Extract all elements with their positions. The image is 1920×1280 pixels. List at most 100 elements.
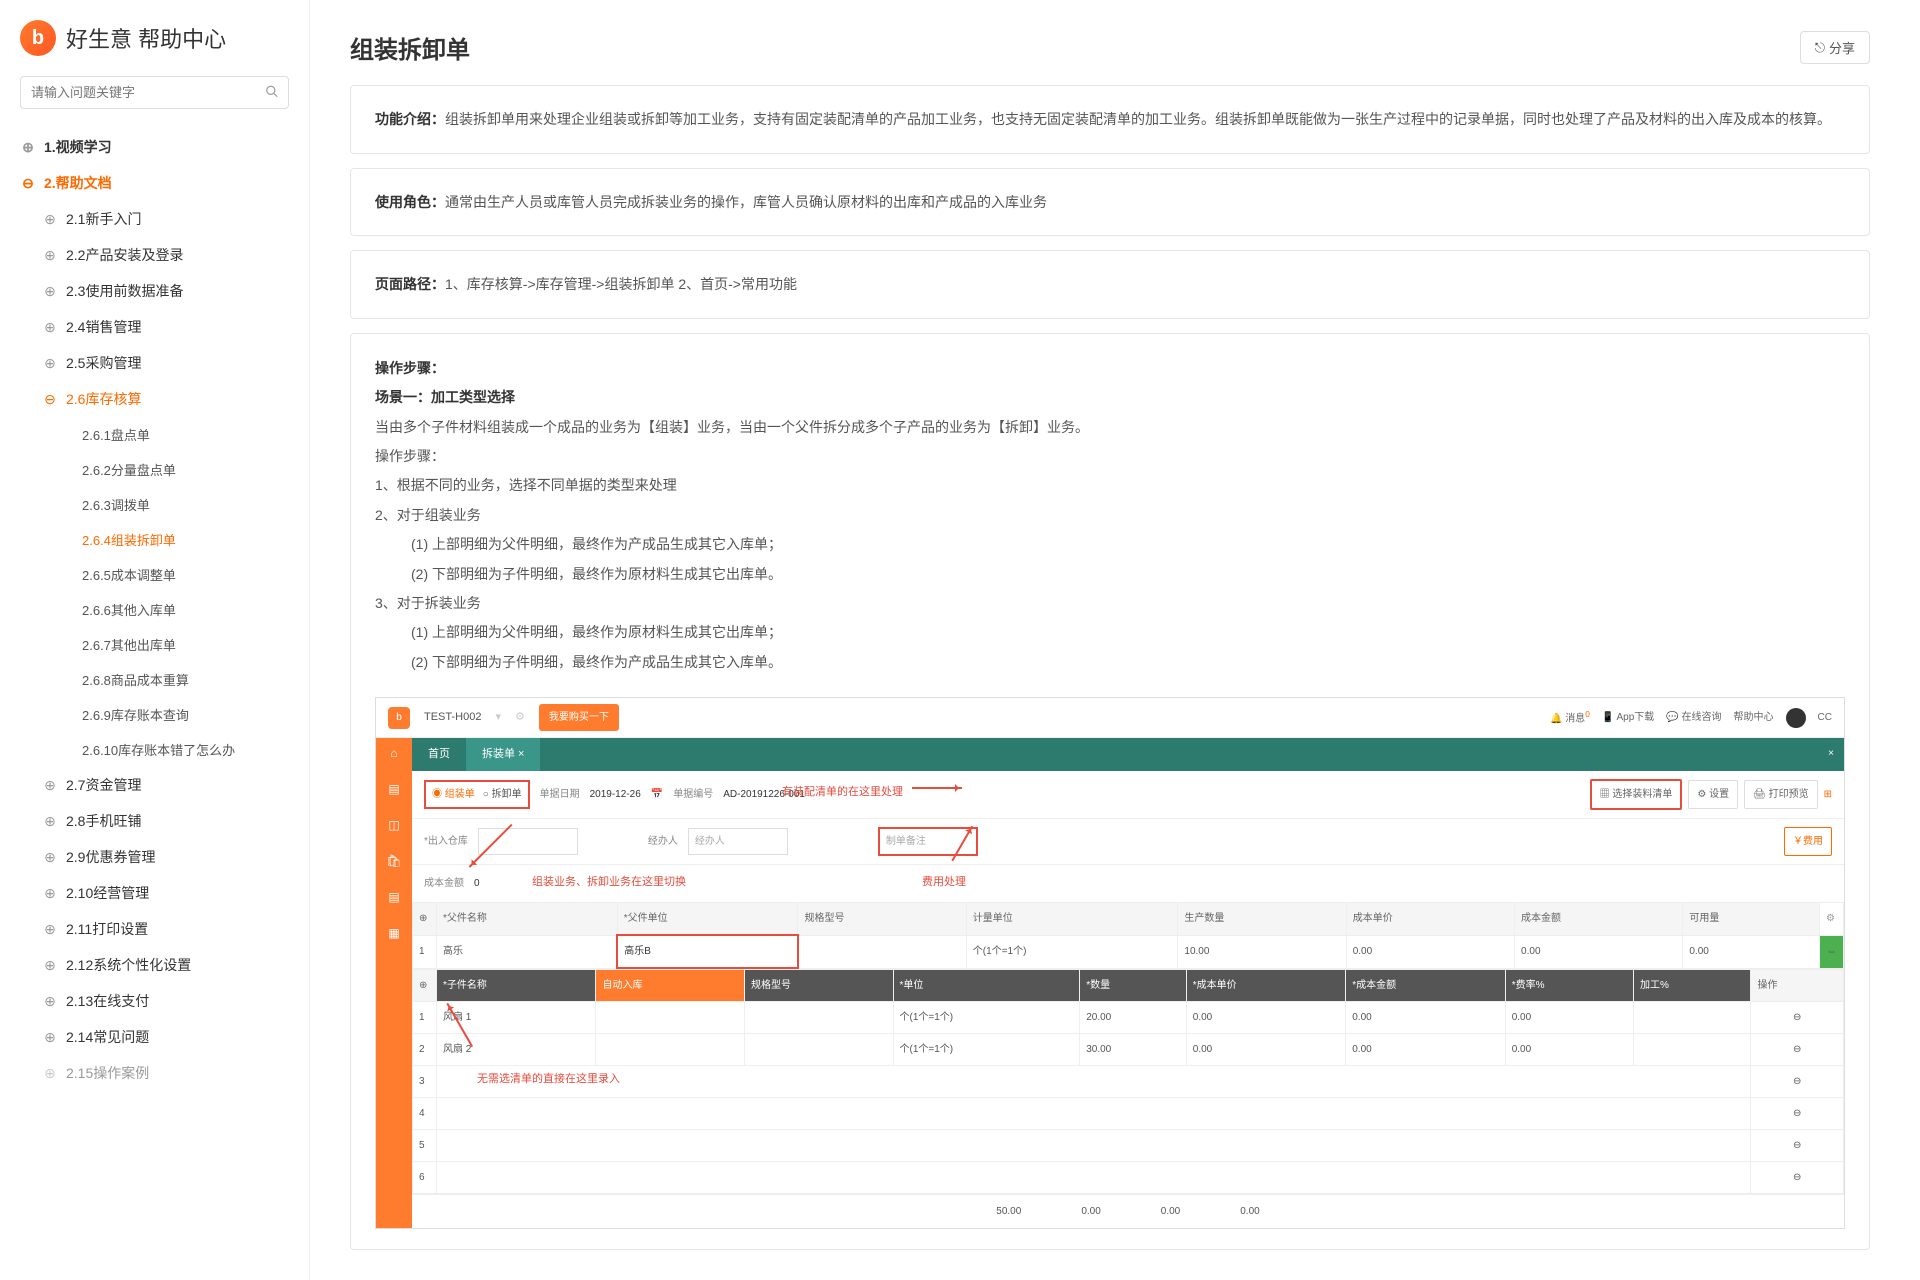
nav-2-5[interactable]: ⊕2.5采购管理: [20, 345, 289, 381]
nav-2-3[interactable]: ⊕2.3使用前数据准备: [20, 273, 289, 309]
plus-icon: ⊕: [42, 211, 58, 227]
ss-gear-icon: ⚙: [515, 706, 525, 729]
ss-th: *成本金额: [1346, 970, 1505, 1002]
ss-msg: 🔔 消息0: [1550, 706, 1590, 729]
card-text: 组装拆卸单用来处理企业组装或拆卸等加工业务，支持有固定装配清单的产品加工业务，也…: [445, 111, 1831, 127]
nav-2-10[interactable]: ⊕ 2.10经营管理: [20, 875, 289, 911]
scene-desc: 当由多个子件材料组装成一个成品的业务为【组装】业务，当由一个父件拆分成多个子产品…: [375, 413, 1845, 442]
steps-title: 操作步骤：: [375, 360, 445, 376]
nav-2-12[interactable]: ⊕2.12系统个性化设置: [20, 947, 289, 983]
embedded-screenshot: b TEST-H002 ▾ ⚙ 我要购买一下 🔔 消息0 📱 App下载 💬 在…: [375, 697, 1845, 1229]
ss-type-radio: ◉ 组装单 ○ 拆卸单: [424, 780, 530, 809]
nav-2-6-1[interactable]: 2.6.1盘点单: [20, 417, 289, 452]
nav-2-2[interactable]: ⊕ 2.2产品安装及登录: [20, 237, 289, 273]
ss-form-row-3: 成本金额 0 组装业务、拆卸业务在这里切换 费用处理: [412, 865, 1844, 902]
nav-label: 2.2产品安装及登录: [66, 245, 183, 265]
plus-icon: ⊕: [42, 1029, 58, 1045]
ss-app: 📱 App下载: [1602, 707, 1654, 728]
share-button[interactable]: ⎋ 分享: [1800, 31, 1870, 64]
ss-cell: 个(1个=1个): [893, 1002, 1080, 1034]
nav-2-6-3[interactable]: 2.6.3调拨单: [20, 487, 289, 522]
ss-cell: 风扇 2: [437, 1034, 596, 1066]
step-2: 2、对于组装业务: [375, 501, 1845, 530]
ss-del-icon: ⊖: [1751, 1130, 1844, 1162]
nav-2-7[interactable]: ⊕2.7资金管理: [20, 767, 289, 803]
search-icon[interactable]: [265, 84, 279, 101]
nav-2-15[interactable]: ⊕2.15操作案例: [20, 1055, 289, 1091]
nav-2-6-6[interactable]: 2.6.6其他入库单: [20, 592, 289, 627]
nav-video[interactable]: ⊕1.视频学习: [20, 129, 289, 165]
nav-2-6-4[interactable]: 2.6.4组装拆卸单: [20, 522, 289, 557]
step-2-2: (2) 下部明细为子件明细，最终作为原材料生成其它出库单。: [375, 560, 1845, 589]
nav-2-9[interactable]: ⊕2.9优惠券管理: [20, 839, 289, 875]
ss-child-row: 2风扇 2 个(1个=1个) 30.00 0.00 0.00 0.00 ⊖: [413, 1034, 1844, 1066]
plus-icon: ⊕: [42, 283, 58, 299]
page-title: 组装拆卸单: [350, 30, 470, 65]
plus-icon: ⊕: [42, 247, 58, 263]
logo-icon: b: [20, 20, 56, 56]
nav-2-14[interactable]: ⊕ 2.14常见问题: [20, 1019, 289, 1055]
ss-empty-row: 3无需选清单的直接在这里录入⊖: [413, 1066, 1844, 1098]
ss-help: 帮助中心: [1734, 707, 1774, 728]
nav-label: 2.13在线支付: [66, 991, 149, 1011]
search-input[interactable]: [20, 76, 289, 109]
nav-label: 2.15操作案例: [66, 1063, 149, 1083]
ss-home-icon: ⌂: [386, 746, 402, 762]
sidebar: b 好生意 帮助中心 ⊕1.视频学习 ⊖2.帮助文档 ⊕2.1新手入门 ⊕2.2…: [0, 0, 310, 1280]
ss-footer-val: 0.00: [1161, 1201, 1180, 1222]
nav-2-6-9[interactable]: 2.6.9库存账本查询: [20, 697, 289, 732]
ss-cell: 0.00: [1515, 935, 1683, 968]
nav-2-8[interactable]: ⊕2.8手机旺铺: [20, 803, 289, 839]
ss-th: 加工%: [1634, 970, 1751, 1002]
ss-th: *费率%: [1505, 970, 1633, 1002]
ss-radio-assemble: ◉ 组装单: [432, 784, 475, 805]
ss-del-icon: ⊖: [1751, 1162, 1844, 1194]
ss-sidebar: ⌂ ▤ ◫ 🛍 ▤ ▦: [376, 738, 412, 1228]
ss-cost-label: 成本金额: [424, 873, 464, 894]
nav-2-6[interactable]: ⊖2.6库存核算: [20, 381, 289, 417]
ss-print-btn: 🖨 打印预览: [1744, 780, 1817, 809]
nav-2-11[interactable]: ⊕2.11打印设置: [20, 911, 289, 947]
nav-2-13[interactable]: ⊕2.13在线支付: [20, 983, 289, 1019]
nav-2-6-2[interactable]: 2.6.2分量盘点单: [20, 452, 289, 487]
nav-label: 2.14常见问题: [66, 1027, 149, 1047]
ss-th: 计量单位: [966, 903, 1178, 936]
ss-tab-home: 首页: [412, 738, 466, 771]
role-card: 使用角色：通常由生产人员或库管人员完成拆装业务的操作，库管人员确认原材料的出库和…: [350, 168, 1870, 237]
ss-fee-btn: ￥费用: [1784, 827, 1832, 856]
ss-cell: 10.00: [1178, 935, 1346, 968]
ss-date-label: 单据日期: [540, 784, 580, 805]
nav-2-6-10[interactable]: 2.6.10库存账本错了怎么办: [20, 732, 289, 767]
ss-cell: 0.00: [1346, 1034, 1505, 1066]
steps-label: 操作步骤：: [375, 442, 1845, 471]
ss-th: *成本单价: [1186, 970, 1345, 1002]
ss-expand-icon: ⊞: [1824, 784, 1832, 805]
nav-2-4[interactable]: ⊕2.4销售管理: [20, 309, 289, 345]
ss-doc-icon: ▤: [386, 782, 402, 798]
nav-2-1[interactable]: ⊕2.1新手入门: [20, 201, 289, 237]
card-text: 通常由生产人员或库管人员完成拆装业务的操作，库管人员确认原材料的出库和产成品的入…: [445, 194, 1047, 210]
ss-del-icon: ⊖: [1751, 1002, 1844, 1034]
nav-docs[interactable]: ⊖2.帮助文档: [20, 165, 289, 201]
step-3-2: (2) 下部明细为子件明细，最终作为产成品生成其它入库单。: [375, 648, 1845, 677]
ss-box-icon: ◫: [386, 818, 402, 834]
ss-tab-doc: 拆装单 ×: [466, 738, 540, 771]
nav-2-6-7[interactable]: 2.6.7其他出库单: [20, 627, 289, 662]
ss-parent-row: 1 高乐 高乐B 个(1个=1个) 10.00 0.00 0.00 0.00 ⇔: [413, 935, 1844, 968]
nav-label: 2.10经营管理: [66, 883, 149, 903]
plus-icon: ⊕: [20, 139, 36, 155]
ss-form-row-2: *出入仓库 经办人 经办人 制单备注 ￥费用: [412, 819, 1844, 865]
nav-label: 2.9优惠券管理: [66, 847, 155, 867]
card-label: 功能介绍：: [375, 111, 445, 127]
ss-th: *数量: [1080, 970, 1187, 1002]
ss-del-icon: ⊖: [1751, 1034, 1844, 1066]
nav-2-6-5[interactable]: 2.6.5成本调整单: [20, 557, 289, 592]
ss-th: *子件名称: [437, 970, 596, 1002]
plus-icon: ⊕: [42, 813, 58, 829]
nav-2-6-8[interactable]: 2.6.8商品成本重算: [20, 662, 289, 697]
plus-icon: ⊕: [42, 885, 58, 901]
step-1: 1、根据不同的业务，选择不同单据的类型来处理: [375, 471, 1845, 500]
ss-child-table: ⊕ *子件名称 自动入库 规格型号 *单位 *数量 *成本单价 *成本金额 *费…: [412, 969, 1844, 1194]
ss-person-label: 经办人: [648, 831, 678, 852]
ss-del-icon: ⊖: [1751, 1098, 1844, 1130]
